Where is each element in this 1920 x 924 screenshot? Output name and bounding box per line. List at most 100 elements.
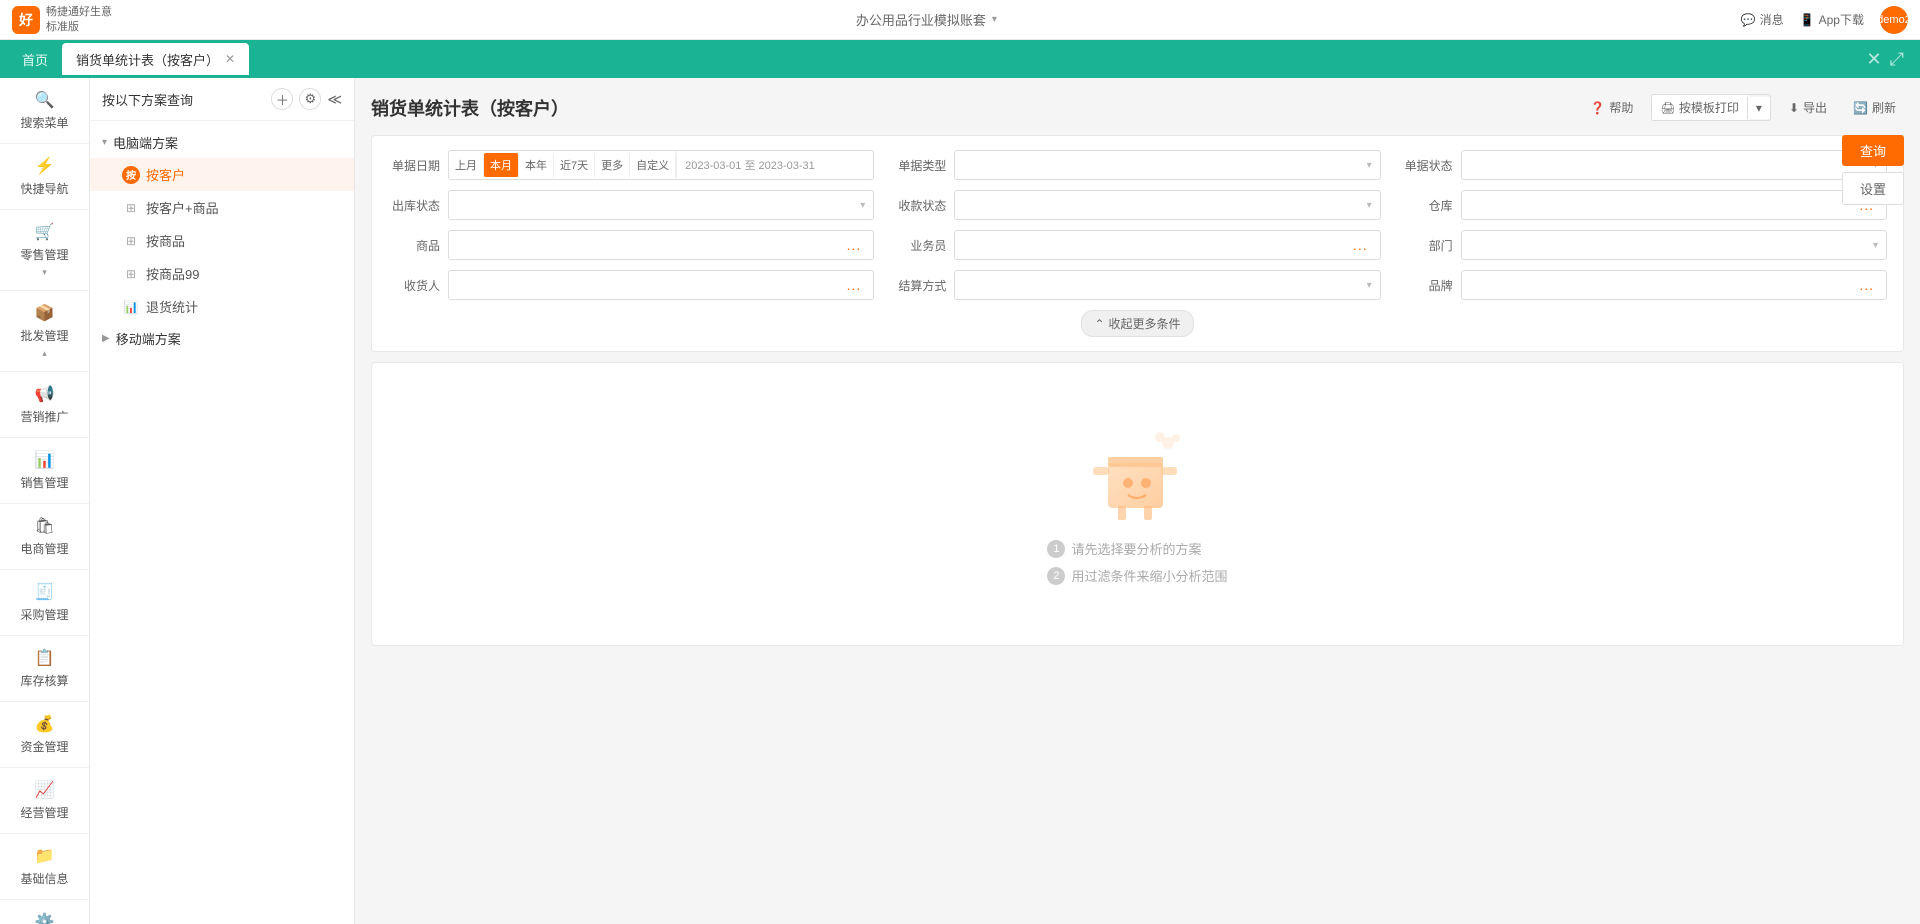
goods-dots[interactable]: ... <box>847 237 866 253</box>
goods-control[interactable]: ... <box>448 230 874 260</box>
tab-bar: 首页 销货单统计表（按客户） ✕ ✕ ⤢ <box>0 40 1920 78</box>
out-status-control[interactable]: ▾ <box>448 190 874 220</box>
system-title-arrow[interactable]: ▾ <box>992 14 997 25</box>
page-header: 销货单统计表（按客户） ❓ 帮助 🖨 按模板打印 ▾ ⬇ 导出 <box>371 94 1904 121</box>
bill-type-label: 单据类型 <box>894 157 946 174</box>
retail-icon: 🛒 <box>35 222 55 242</box>
filter-brand: 品牌 ... <box>1401 270 1887 300</box>
by-goods-icon: ⊞ <box>122 232 140 250</box>
app-download-action[interactable]: 📱 App下载 <box>1800 11 1864 28</box>
tree-section: ▾ 电脑端方案 按 按客户 ⊞ 按客户+商品 ⊞ 按商品 ⊞ 按商品99 📊 退… <box>90 121 354 360</box>
message-action[interactable]: 💬 消息 <box>1741 11 1784 28</box>
by-goods-99-icon: ⊞ <box>122 265 140 283</box>
sidebar-item-basic-info[interactable]: 📁 基础信息 <box>0 834 89 900</box>
sidebar-item-finance[interactable]: 💰 资金管理 <box>0 702 89 768</box>
date-this-year[interactable]: 本年 <box>519 153 554 177</box>
left-panel-title: 按以下方案查询 <box>102 90 193 109</box>
date-custom[interactable]: 自定义 <box>630 153 676 177</box>
query-button[interactable]: 查询 <box>1842 135 1904 166</box>
sidebar-item-inventory[interactable]: 📋 库存核算 <box>0 636 89 702</box>
sidebar-item-wholesale[interactable]: 📦 批发管理 ▴ <box>0 291 89 372</box>
dept-control[interactable]: ▾ <box>1461 230 1887 260</box>
user-profile[interactable]: demo2 <box>1880 6 1908 34</box>
salesman-control[interactable]: ... <box>954 230 1380 260</box>
receiver-dots[interactable]: ... <box>847 277 866 293</box>
refresh-icon: 🔄 <box>1853 101 1868 115</box>
top-bar: 好 畅捷通好生意 标准版 办公用品行业模拟账套 ▾ 💬 消息 📱 App下载 d… <box>0 0 1920 40</box>
sidebar-item-search[interactable]: 🔍 搜索菜单 <box>0 78 89 144</box>
tree-by-goods-99[interactable]: ⊞ 按商品99 <box>90 257 354 290</box>
brand-dots[interactable]: ... <box>1859 277 1878 293</box>
tree-desktop-root[interactable]: ▾ 电脑端方案 <box>90 127 354 158</box>
sidebar-item-ecommerce[interactable]: 🛍 电商管理 <box>0 504 89 570</box>
tab-sales-stats[interactable]: 销货单统计表（按客户） ✕ <box>62 43 249 75</box>
tree-by-customer[interactable]: 按 按客户 <box>90 158 354 191</box>
empty-tip-2: 2 用过滤条件来缩小分析范围 <box>1047 566 1227 585</box>
date-last-month[interactable]: 上月 <box>449 153 484 177</box>
receiver-control[interactable]: ... <box>448 270 874 300</box>
settlement-control[interactable]: ▾ <box>954 270 1380 300</box>
tab-close-icon[interactable]: ✕ <box>225 52 235 66</box>
receipt-status-control[interactable]: ▾ <box>954 190 1380 220</box>
window-maximize-icon[interactable]: ⤢ <box>1890 49 1904 70</box>
print-btn[interactable]: 🖨 按模板打印 <box>1652 95 1747 120</box>
tree-by-goods[interactable]: ⊞ 按商品 <box>90 224 354 257</box>
tree-by-return[interactable]: 📊 退货统计 <box>90 290 354 323</box>
purchase-icon: 🧾 <box>35 582 55 602</box>
bill-type-control[interactable]: ▾ <box>954 150 1380 180</box>
add-scheme-btn[interactable]: ＋ <box>271 88 293 110</box>
sidebar-item-quick-nav[interactable]: ⚡ 快捷导航 <box>0 144 89 210</box>
date-this-month[interactable]: 本月 <box>484 153 519 177</box>
settings-button[interactable]: 设置 <box>1842 172 1904 205</box>
left-panel-header: 按以下方案查询 ＋ ⚙ ≪ <box>90 78 354 121</box>
brand-control[interactable]: ... <box>1461 270 1887 300</box>
date-more[interactable]: 更多 <box>595 153 630 177</box>
filter-row-3: 商品 ... 业务员 ... 部门 <box>388 230 1887 260</box>
sidebar-item-retail[interactable]: 🛒 零售管理 ▾ <box>0 210 89 291</box>
system-title: 办公用品行业模拟账套 ▾ <box>856 10 997 29</box>
brand-label: 品牌 <box>1401 277 1453 294</box>
logo-icon: 好 <box>12 6 40 34</box>
bill-status-label: 单据状态 <box>1401 157 1453 174</box>
tree-by-customer-goods[interactable]: ⊞ 按客户+商品 <box>90 191 354 224</box>
salesman-dots[interactable]: ... <box>1353 237 1372 253</box>
dept-arrow: ▾ <box>1873 240 1878 251</box>
content-area: 销货单统计表（按客户） ❓ 帮助 🖨 按模板打印 ▾ ⬇ 导出 <box>355 78 1920 924</box>
warehouse-label: 仓库 <box>1401 197 1453 214</box>
export-icon: ⬇ <box>1789 101 1799 115</box>
filter-row-2: 出库状态 ▾ 收款状态 ▾ 仓库 <box>388 190 1887 220</box>
sidebar-item-system[interactable]: ⚙️ 系统管理 <box>0 900 89 924</box>
app-icon: 📱 <box>1800 13 1815 27</box>
settings-scheme-btn[interactable]: ⚙ <box>299 88 321 110</box>
warehouse-control[interactable]: ... <box>1461 190 1887 220</box>
filter-dept: 部门 ▾ <box>1401 230 1887 260</box>
tab-home[interactable]: 首页 <box>8 43 62 75</box>
filter-salesman: 业务员 ... <box>894 230 1380 260</box>
sidebar-item-purchase[interactable]: 🧾 采购管理 <box>0 570 89 636</box>
tree-mobile-root[interactable]: ▶ 移动端方案 <box>90 323 354 354</box>
main-layout: 🔍 搜索菜单 ⚡ 快捷导航 🛒 零售管理 ▾ 📦 批发管理 ▴ 📢 营销推广 📊… <box>0 78 1920 924</box>
window-close-icon[interactable]: ✕ <box>1867 49 1882 70</box>
bill-status-control[interactable]: ▾ <box>1461 150 1887 180</box>
print-icon: 🖨 <box>1660 101 1675 115</box>
receipt-status-arrow: ▾ <box>1367 200 1372 211</box>
collapse-more-btn[interactable]: ⌃ 收起更多条件 <box>1081 310 1193 337</box>
print-dropdown-btn[interactable]: ▾ <box>1748 97 1770 119</box>
wholesale-icon: 📦 <box>35 303 55 323</box>
help-icon: ❓ <box>1590 101 1605 115</box>
export-btn[interactable]: ⬇ 导出 <box>1781 95 1835 120</box>
sidebar-item-operations[interactable]: 📈 经营管理 <box>0 768 89 834</box>
finance-icon: 💰 <box>35 714 55 734</box>
bill-type-arrow: ▾ <box>1367 160 1372 171</box>
empty-tips: 1 请先选择要分析的方案 2 用过滤条件来缩小分析范围 <box>1047 539 1227 585</box>
filter-settlement: 结算方式 ▾ <box>894 270 1380 300</box>
ecommerce-icon: 🛍 <box>34 516 54 536</box>
filter-bill-type: 单据类型 ▾ <box>894 150 1380 180</box>
sidebar-item-marketing[interactable]: 📢 营销推广 <box>0 372 89 438</box>
sidebar-item-sales[interactable]: 📊 销售管理 <box>0 438 89 504</box>
help-btn[interactable]: ❓ 帮助 <box>1582 95 1641 120</box>
sidebar: 🔍 搜索菜单 ⚡ 快捷导航 🛒 零售管理 ▾ 📦 批发管理 ▴ 📢 营销推广 📊… <box>0 78 90 924</box>
refresh-btn[interactable]: 🔄 刷新 <box>1845 95 1904 120</box>
date-last-7days[interactable]: 近7天 <box>554 153 595 177</box>
collapse-panel-btn[interactable]: ≪ <box>327 91 342 108</box>
